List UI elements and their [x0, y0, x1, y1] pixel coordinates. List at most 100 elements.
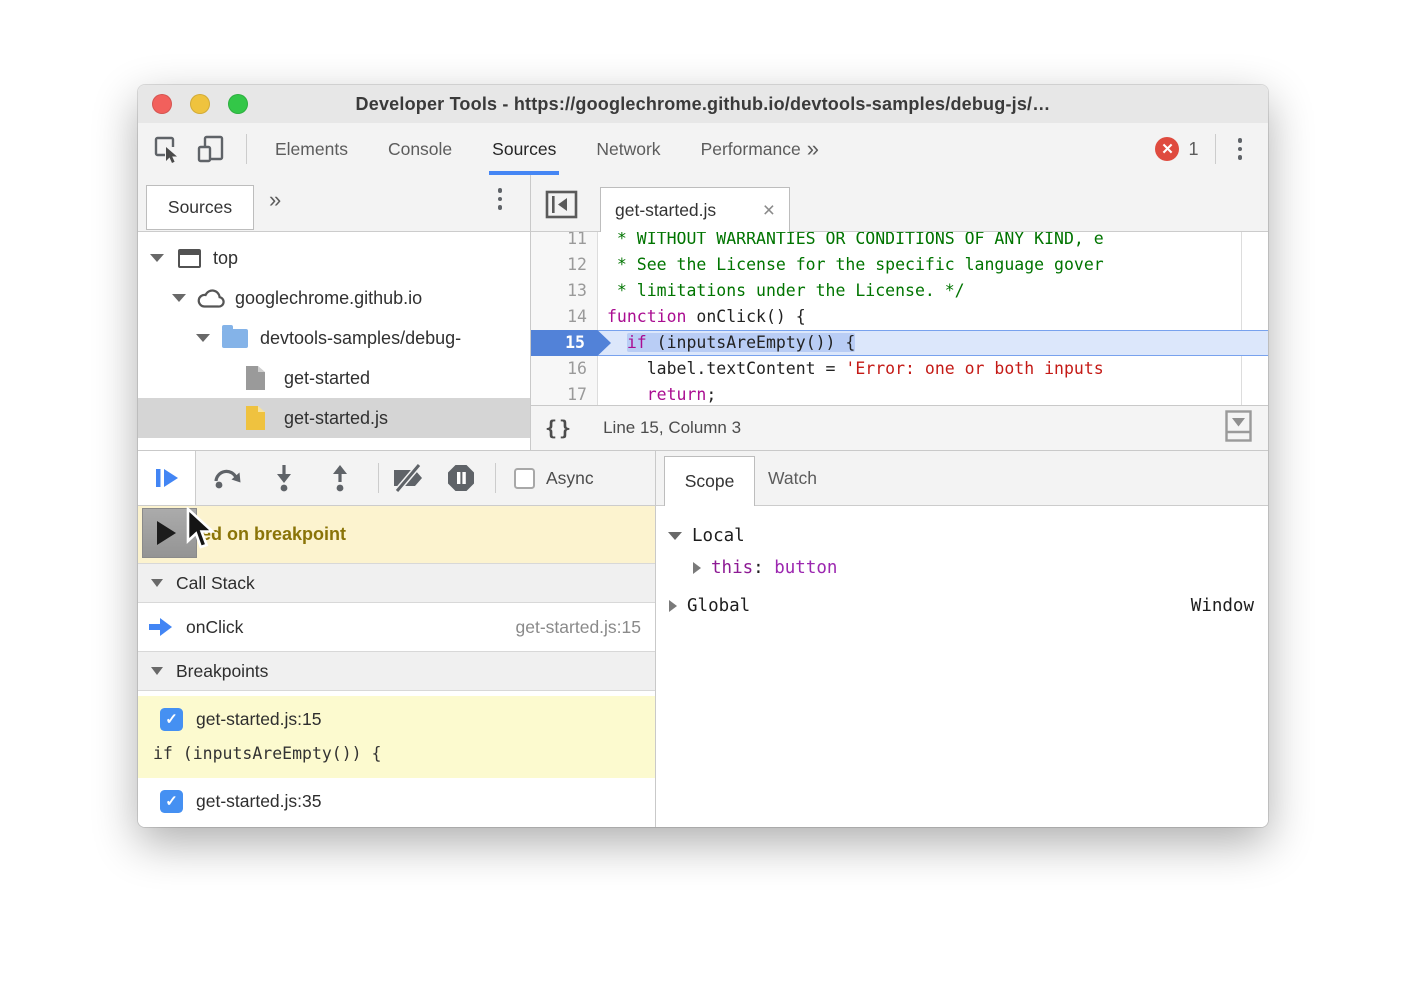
- step-over-button[interactable]: [206, 458, 250, 498]
- scope-global-value: Window: [1191, 596, 1254, 616]
- code-area[interactable]: 11 * WITHOUT WARRANTIES OR CONDITIONS OF…: [531, 232, 1268, 405]
- tree-item-get-started[interactable]: get-started: [138, 358, 530, 398]
- frame-function-name: onClick: [186, 617, 243, 638]
- zoom-window-button[interactable]: [228, 94, 248, 114]
- line-number[interactable]: 14: [531, 304, 597, 330]
- expand-triangle-icon[interactable]: [172, 294, 186, 302]
- editor-tab-get-started-js[interactable]: get-started.js ×: [600, 187, 790, 232]
- error-count: 1: [1188, 139, 1198, 160]
- breakpoint-checkbox[interactable]: ✓: [160, 708, 183, 731]
- code-line: 12 * See the License for the specific la…: [531, 252, 1242, 278]
- frame-location: get-started.js:15: [516, 617, 641, 638]
- scope-local-label: Local: [692, 526, 745, 546]
- tab-network[interactable]: Network: [596, 123, 660, 175]
- scope-tree: Local this: button Global Window: [656, 506, 1268, 827]
- execution-line-badge[interactable]: 15: [531, 330, 611, 356]
- tab-scope[interactable]: Scope: [664, 456, 755, 506]
- breakpoint-location: get-started.js:15: [196, 709, 321, 730]
- step-over-icon: [212, 465, 244, 491]
- async-checkbox[interactable]: [514, 468, 535, 489]
- toolbar-divider: [1215, 134, 1216, 164]
- expand-drawer-icon[interactable]: [1225, 410, 1252, 447]
- collapse-triangle-icon[interactable]: [151, 579, 163, 587]
- line-number[interactable]: 11: [531, 232, 597, 252]
- property-separator: :: [753, 558, 774, 578]
- navigator-menu-dots-icon[interactable]: [498, 188, 503, 210]
- collapse-triangle-icon[interactable]: [151, 667, 163, 675]
- expand-triangle-icon[interactable]: [693, 562, 701, 574]
- pretty-print-icon[interactable]: {}: [545, 416, 573, 440]
- breakpoint-entry[interactable]: ✓ get-started.js:15 if (inputsAreEmpty()…: [138, 696, 655, 778]
- error-badge-icon[interactable]: ✕: [1155, 137, 1179, 161]
- step-out-icon: [329, 464, 351, 492]
- step-out-button[interactable]: [318, 458, 362, 498]
- tree-item-domain[interactable]: googlechrome.github.io: [138, 278, 530, 318]
- scope-panel-header: Scope Watch: [656, 451, 1268, 506]
- frame-icon: [178, 249, 201, 268]
- tree-item-label: top: [213, 248, 238, 269]
- scope-this-row[interactable]: this: button: [656, 552, 1268, 584]
- mouse-cursor-icon: [184, 507, 218, 553]
- line-number[interactable]: 12: [531, 252, 597, 278]
- pause-on-exceptions-button[interactable]: [439, 458, 483, 498]
- breakpoint-code-snippet: if (inputsAreEmpty()) {: [138, 742, 655, 773]
- line-number[interactable]: 16: [531, 356, 597, 382]
- more-panels-chevron-icon[interactable]: »: [807, 136, 819, 162]
- minimize-window-button[interactable]: [190, 94, 210, 114]
- kebab-menu-icon[interactable]: [1238, 138, 1243, 160]
- editor-tabstrip: get-started.js ×: [531, 175, 1268, 232]
- tab-performance[interactable]: Performance: [701, 123, 801, 175]
- collapse-triangle-icon[interactable]: [668, 532, 682, 540]
- sources-panel-upper: Sources » top googlechrome.github.io: [138, 175, 1268, 450]
- scope-global-row[interactable]: Global Window: [656, 590, 1268, 622]
- property-name: this: [711, 558, 753, 578]
- toolbar-divider: [246, 134, 247, 164]
- tree-item-label: get-started: [284, 368, 370, 389]
- tab-console[interactable]: Console: [388, 123, 452, 175]
- step-into-button[interactable]: [262, 458, 306, 498]
- tab-sources[interactable]: Sources: [492, 123, 556, 175]
- tree-item-top[interactable]: top: [138, 238, 530, 278]
- tab-elements[interactable]: Elements: [275, 123, 348, 175]
- call-stack-header[interactable]: Call Stack: [138, 563, 655, 603]
- scope-local-row[interactable]: Local: [656, 520, 1268, 552]
- toolbar-divider: [378, 463, 379, 493]
- call-stack-title: Call Stack: [176, 573, 255, 594]
- breakpoint-entry[interactable]: ✓ get-started.js:35: [138, 778, 655, 826]
- pause-on-exceptions-icon: [446, 463, 476, 493]
- deactivate-breakpoints-button[interactable]: [387, 458, 431, 498]
- navigator-more-tabs-chevron-icon[interactable]: »: [269, 187, 281, 213]
- expand-triangle-icon[interactable]: [669, 600, 677, 612]
- show-navigator-icon[interactable]: [545, 190, 578, 224]
- editor-tab-label: get-started.js: [615, 200, 716, 221]
- code-line-paused: 15 if (inputsAreEmpty()) {: [531, 330, 1242, 356]
- inspect-element-icon[interactable]: [152, 134, 182, 164]
- debugger-toolbar: Async: [138, 451, 655, 506]
- file-icon: [246, 366, 265, 390]
- navigator-tab-sources[interactable]: Sources: [146, 185, 254, 230]
- breakpoint-checkbox[interactable]: ✓: [160, 790, 183, 813]
- tree-item-folder[interactable]: devtools-samples/debug-: [138, 318, 530, 358]
- expand-triangle-icon[interactable]: [150, 254, 164, 262]
- device-toolbar-icon[interactable]: [196, 134, 226, 164]
- line-number[interactable]: 13: [531, 278, 597, 304]
- close-window-button[interactable]: [152, 94, 172, 114]
- play-icon: [157, 521, 176, 545]
- scope-global-label: Global: [687, 596, 750, 616]
- current-frame-arrow-icon: [148, 618, 174, 636]
- line-number[interactable]: 17: [531, 382, 597, 405]
- expand-triangle-icon[interactable]: [196, 334, 210, 342]
- breakpoints-header[interactable]: Breakpoints: [138, 651, 655, 691]
- close-icon[interactable]: ×: [763, 200, 775, 221]
- debugger-lower: Async Paused on breakpoint Call Stack on…: [138, 450, 1268, 827]
- titlebar: Developer Tools - https://googlechrome.g…: [138, 85, 1268, 124]
- navigator-sidebar: Sources » top googlechrome.github.io: [138, 175, 531, 450]
- resume-button[interactable]: [138, 451, 196, 505]
- code-line: 16 label.textContent = 'Error: one or bo…: [531, 356, 1242, 382]
- navigator-header: Sources »: [138, 175, 530, 232]
- tab-watch[interactable]: Watch: [768, 451, 817, 506]
- tree-item-get-started-js[interactable]: get-started.js: [138, 398, 530, 438]
- editor-scrollbar-track[interactable]: [1241, 232, 1268, 405]
- code-lines: 11 * WITHOUT WARRANTIES OR CONDITIONS OF…: [531, 232, 1242, 405]
- call-stack-frame[interactable]: onClick get-started.js:15: [138, 603, 655, 651]
